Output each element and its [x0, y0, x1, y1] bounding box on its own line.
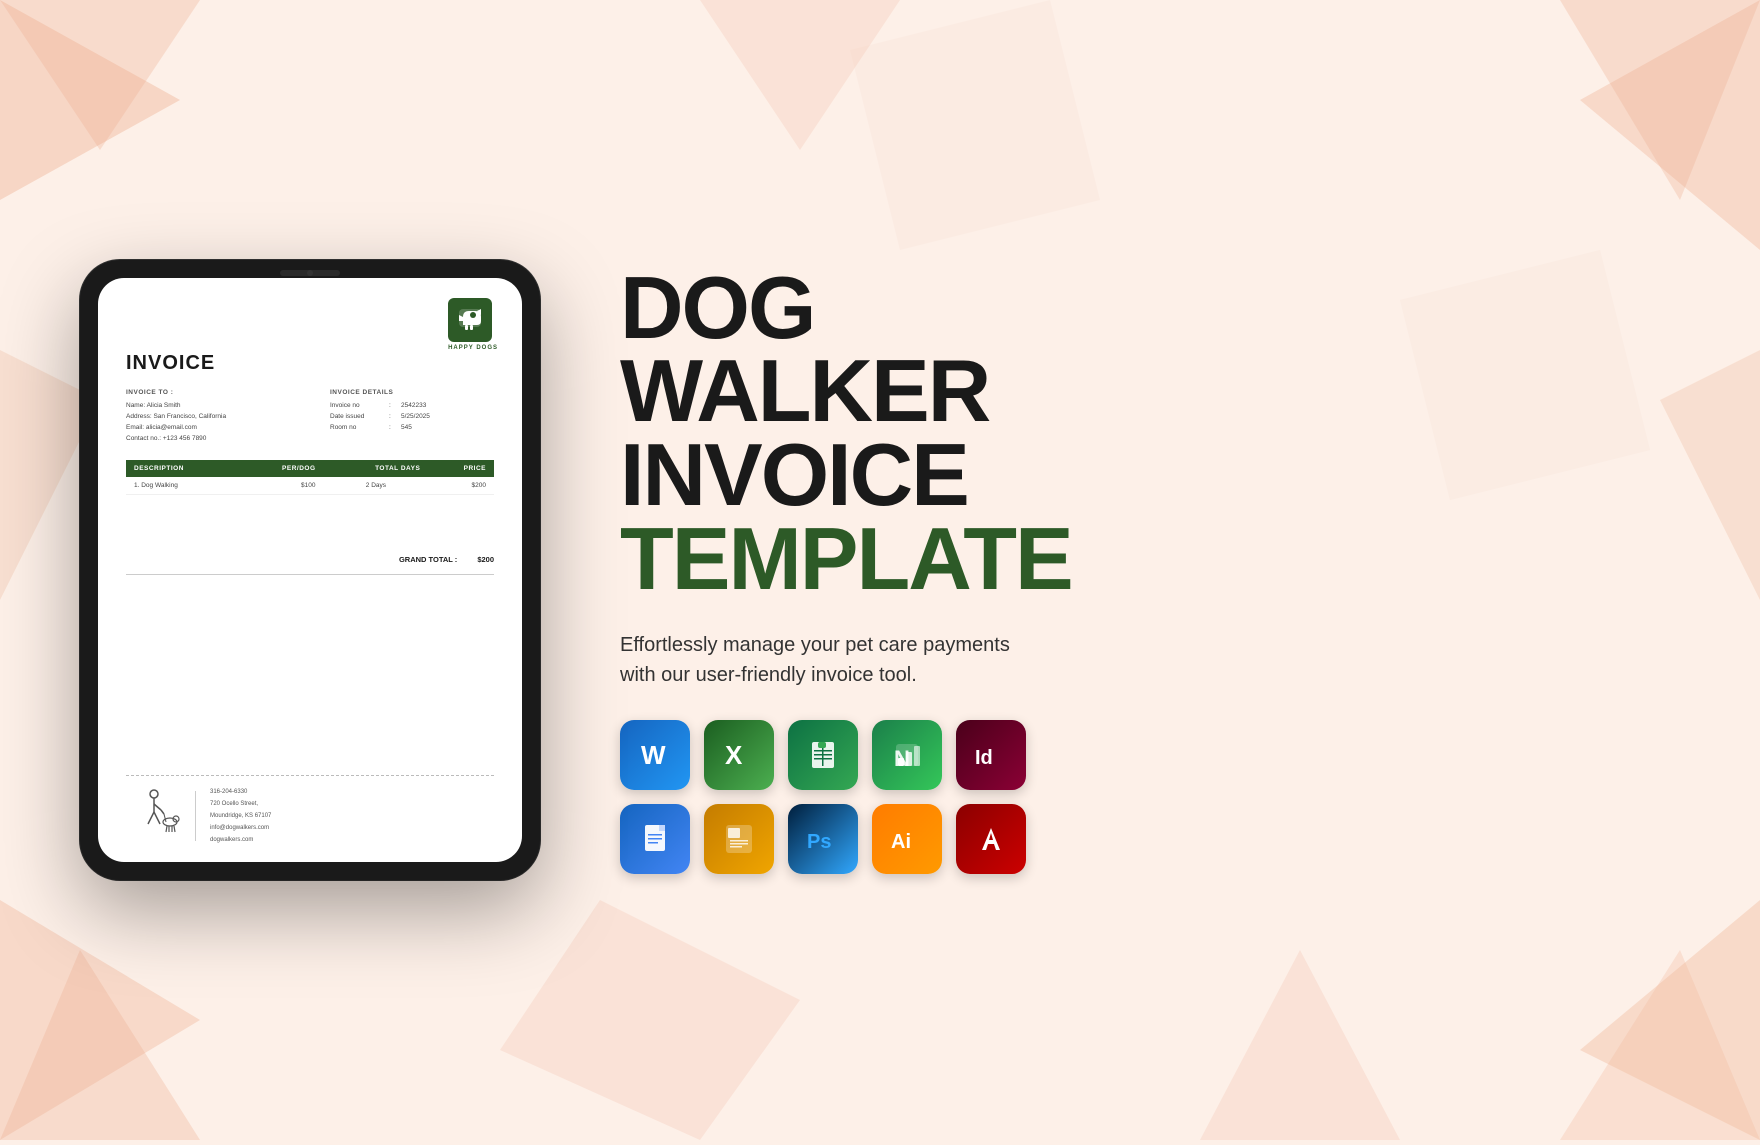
- app-icon-pages[interactable]: [704, 804, 774, 874]
- invoice-title: INVOICE: [126, 352, 494, 375]
- invoice-total-row: GRAND TOTAL : $200: [399, 555, 494, 564]
- svg-text:W: W: [641, 740, 666, 770]
- bill-to-block: INVOICE TO : Name: Alicia Smith Address:…: [126, 389, 290, 444]
- footer-dog-walker-icon: [126, 786, 181, 846]
- row-description: 1. Dog Walking: [126, 477, 239, 495]
- svg-text:N: N: [894, 746, 910, 771]
- bill-to-address: Address: San Francisco, California: [126, 411, 290, 422]
- title-block: DOG WALKER INVOICE TEMPLATE: [620, 266, 1680, 600]
- app-icon-photoshop[interactable]: Ps: [788, 804, 858, 874]
- grand-total-value: $200: [477, 555, 494, 564]
- right-section: DOG WALKER INVOICE TEMPLATE Effortlessly…: [620, 266, 1680, 874]
- footer-info: 316-204-6330 720 Ocello Street, Moundrid…: [210, 786, 271, 846]
- app-icons-grid: W X: [620, 720, 1680, 874]
- icons-row-1: W X: [620, 720, 1680, 790]
- app-icon-illustrator[interactable]: Ai: [872, 804, 942, 874]
- footer-website: dogwalkers.com: [210, 834, 271, 846]
- main-heading: DOG WALKER INVOICE TEMPLATE: [620, 266, 1680, 600]
- room-no-value: 545: [401, 422, 412, 433]
- svg-text:Ps: Ps: [807, 831, 831, 853]
- subtitle-text: Effortlessly manage your pet care paymen…: [620, 630, 1040, 690]
- subtitle-block: Effortlessly manage your pet care paymen…: [620, 630, 1040, 690]
- col-per-dog: PER/DOG: [239, 460, 324, 477]
- date-issued-row: Date issued : 5/25/2025: [330, 411, 494, 422]
- svg-text:Id: Id: [975, 747, 993, 769]
- svg-text:X: X: [725, 740, 743, 770]
- invoice-info-row: INVOICE TO : Name: Alicia Smith Address:…: [126, 389, 494, 444]
- logo-text: HAPPY DOGS: [448, 345, 498, 351]
- col-description: DESCRIPTION: [126, 460, 239, 477]
- app-icon-acrobat[interactable]: [956, 804, 1026, 874]
- row-price: $200: [428, 477, 494, 495]
- col-price: PRICE: [428, 460, 494, 477]
- date-issued-value: 5/25/2025: [401, 411, 430, 422]
- row-total-days: 2 Days: [324, 477, 429, 495]
- bill-to-email: Email: alicia@email.com: [126, 422, 290, 433]
- invoice-no-key: Invoice no: [330, 400, 385, 411]
- invoice-details-block: INVOICE DETAILS Invoice no : 2542233 Dat…: [330, 389, 494, 444]
- tablet-camera: [280, 270, 340, 276]
- footer-email: info@dogwalkers.com: [210, 822, 271, 834]
- tablet-section: HAPPY DOGS INVOICE INVOICE TO : Name: Al…: [80, 260, 540, 880]
- app-icon-numbers[interactable]: N: [872, 720, 942, 790]
- col-total-days: TOTAL DAYS: [324, 460, 429, 477]
- bill-to-contact: Contact no.: +123 456 7890: [126, 433, 290, 444]
- app-icon-indesign[interactable]: Id: [956, 720, 1026, 790]
- app-icon-excel[interactable]: X: [704, 720, 774, 790]
- main-layout: HAPPY DOGS INVOICE INVOICE TO : Name: Al…: [0, 0, 1760, 1140]
- footer-city: Moundridge, KS 67107: [210, 810, 271, 822]
- row-per-dog: $100: [239, 477, 324, 495]
- room-no-row: Room no : 545: [330, 422, 494, 433]
- invoice-table: DESCRIPTION PER/DOG TOTAL DAYS PRICE 1. …: [126, 460, 494, 495]
- invoice-total-section: GRAND TOTAL : $200: [126, 555, 494, 575]
- invoice-logo: HAPPY DOGS: [448, 298, 498, 351]
- room-no-key: Room no: [330, 422, 385, 433]
- app-icon-sheets[interactable]: [788, 720, 858, 790]
- tablet-device: HAPPY DOGS INVOICE INVOICE TO : Name: Al…: [80, 260, 540, 880]
- svg-text:Ai: Ai: [891, 831, 911, 853]
- app-icon-word[interactable]: W: [620, 720, 690, 790]
- logo-icon: [448, 298, 492, 342]
- invoice-footer: 316-204-6330 720 Ocello Street, Moundrid…: [126, 775, 494, 846]
- icons-row-2: Ps Ai: [620, 804, 1680, 874]
- tablet-screen: HAPPY DOGS INVOICE INVOICE TO : Name: Al…: [98, 278, 522, 862]
- invoice-no-row: Invoice no : 2542233: [330, 400, 494, 411]
- invoice-no-value: 2542233: [401, 400, 426, 411]
- grand-total-label: GRAND TOTAL :: [399, 555, 457, 564]
- app-icon-docs[interactable]: [620, 804, 690, 874]
- footer-phone: 316-204-6330: [210, 786, 271, 798]
- footer-divider: [195, 791, 196, 841]
- table-row: 1. Dog Walking $100 2 Days $200: [126, 477, 494, 495]
- footer-address: 720 Ocello Street,: [210, 798, 271, 810]
- bill-to-label: INVOICE TO :: [126, 389, 290, 396]
- heading-template: TEMPLATE: [620, 509, 1072, 608]
- bill-to-name: Name: Alicia Smith: [126, 400, 290, 411]
- date-issued-key: Date issued: [330, 411, 385, 422]
- invoice-details-label: INVOICE DETAILS: [330, 389, 494, 396]
